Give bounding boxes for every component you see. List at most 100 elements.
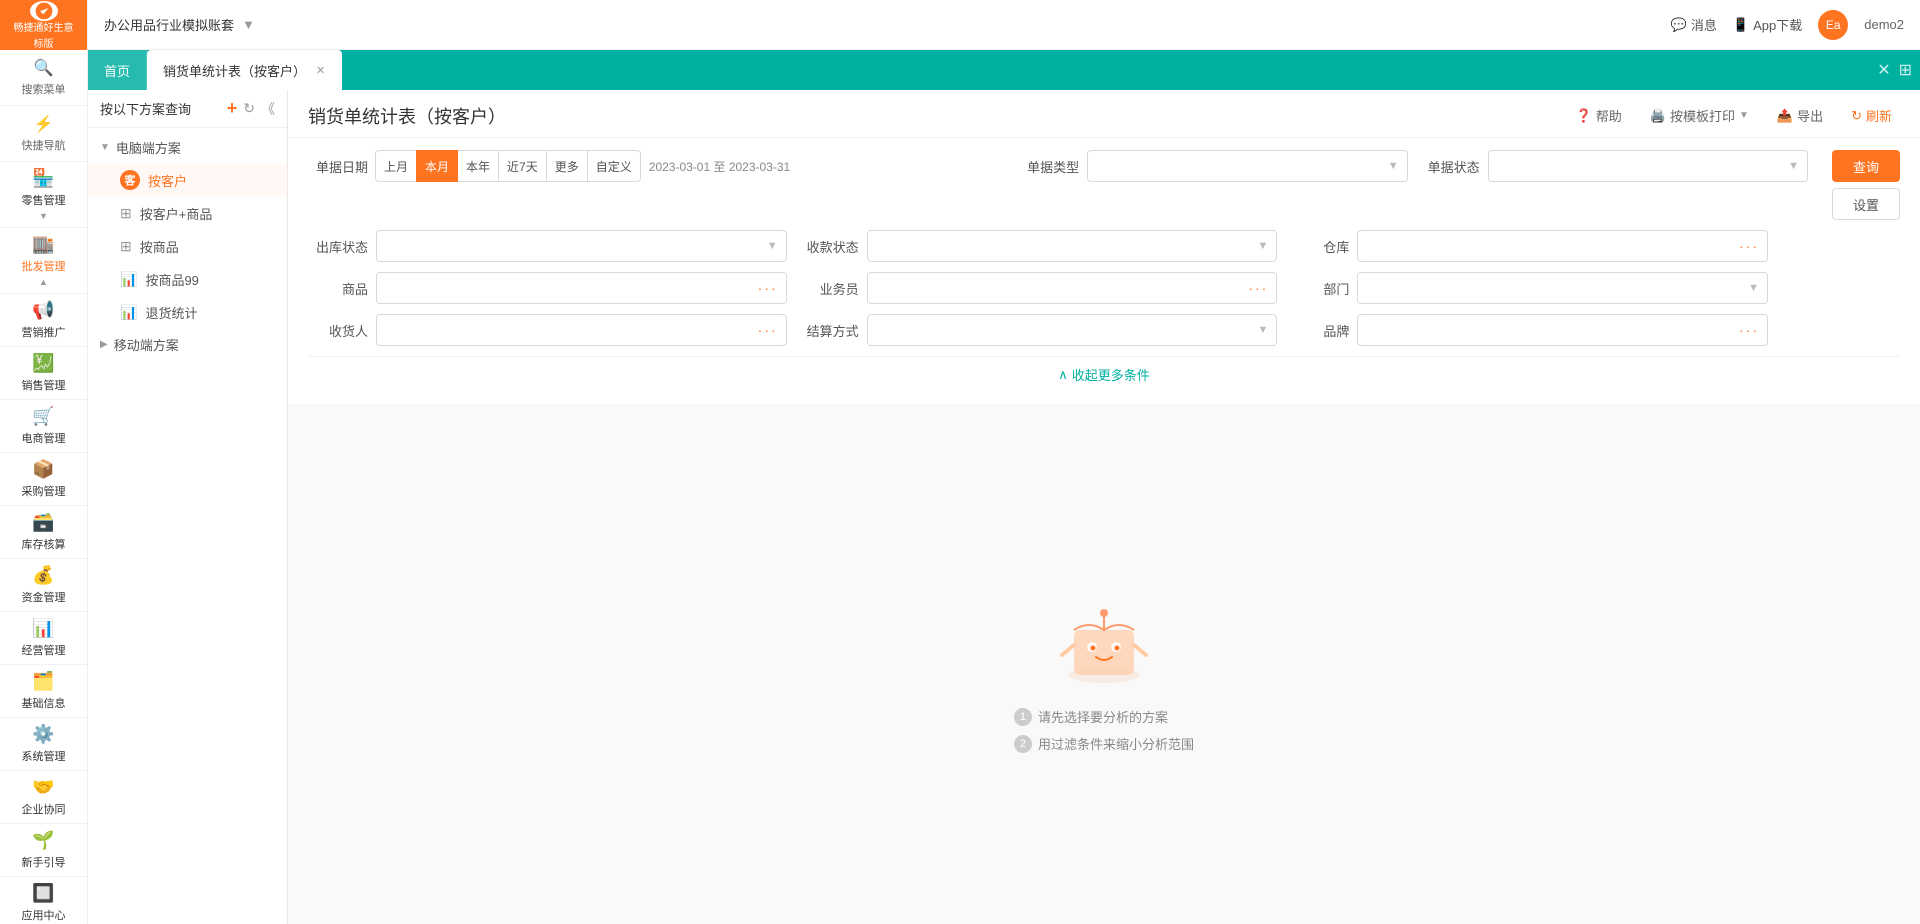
empty-tip-1-text: 请先选择要分析的方案	[1038, 707, 1168, 726]
app-download-label: App下载	[1753, 15, 1802, 34]
sidebar-item-newbie[interactable]: 🌱 新手引导	[0, 824, 88, 877]
date-shortcut-custom[interactable]: 自定义	[587, 150, 641, 182]
scheme-item-by-customer-goods-label: 按客户+商品	[140, 204, 213, 223]
scheme-panel-header: 按以下方案查询 + ↻ 《	[88, 90, 287, 128]
purchase-label: 采购管理	[22, 483, 66, 499]
sidebar-item-purchase[interactable]: 📦 采购管理	[0, 453, 88, 506]
account-dropdown-icon[interactable]: ▼	[242, 17, 255, 32]
tab-window-controls: ✕ ⊞	[1869, 60, 1920, 80]
tab-home[interactable]: 首页	[88, 50, 147, 90]
add-scheme-btn[interactable]: +	[227, 98, 238, 119]
setting-button[interactable]: 设置	[1832, 188, 1900, 220]
tab-sales-stats[interactable]: 销货单统计表（按客户） ✕	[147, 50, 342, 90]
date-shortcut-this-month[interactable]: 本月	[416, 150, 458, 182]
settle-input[interactable]: ▼	[867, 314, 1278, 346]
logo-icon	[30, 1, 58, 21]
outbound-status-label: 出库状态	[308, 237, 368, 256]
app-download-btn[interactable]: 📱 App下载	[1733, 15, 1802, 34]
system-label: 系统管理	[22, 748, 66, 764]
scheme-item-return-stats[interactable]: 📊 退货统计	[88, 296, 287, 329]
payment-status-label: 收款状态	[799, 237, 859, 256]
refresh-scheme-btn[interactable]: ↻	[243, 100, 255, 117]
dept-arrow: ▼	[1748, 282, 1759, 294]
scheme-group-pc: ▼ 电脑端方案 客 按客户 ⊞ 按客户+商品 ⊞ 按商品	[88, 132, 287, 329]
payment-status-input[interactable]: ▼	[867, 230, 1278, 262]
template-print-label: 按模板打印	[1670, 106, 1735, 125]
scheme-group-mobile-title[interactable]: ▶ 移动端方案	[88, 329, 287, 360]
scheme-item-by-customer[interactable]: 客 按客户	[88, 163, 287, 197]
empty-tip-2-num: 2	[1014, 735, 1032, 753]
doc-type-arrow: ▼	[1388, 160, 1399, 172]
collapse-arrow-icon: ∧	[1058, 367, 1068, 383]
basics-icon: 🗂️	[32, 671, 54, 692]
doc-type-input[interactable]: ▼	[1087, 150, 1407, 182]
filter-row-2: 出库状态 ▼ 收款状态 ▼ 仓库	[308, 230, 1900, 262]
sidebar-item-basics[interactable]: 🗂️ 基础信息	[0, 665, 88, 718]
empty-tip-2: 2 用过滤条件来缩小分析范围	[1014, 734, 1194, 753]
brand-input[interactable]: ···	[1357, 314, 1768, 346]
newbie-icon: 🌱	[32, 830, 54, 851]
payment-status-field: 收款状态 ▼	[799, 230, 1278, 262]
sidebar-item-appcenter[interactable]: 🔲 应用中心	[0, 877, 88, 924]
quick-nav[interactable]: ⚡ 快捷导航	[0, 106, 88, 162]
receiver-dots: ···	[758, 322, 778, 338]
brand-label: 品牌	[1289, 321, 1349, 340]
sidebar-item-sales[interactable]: 💹 销售管理	[0, 347, 88, 400]
goods-dots: ···	[758, 280, 778, 296]
sidebar-item-retail[interactable]: 🏪 零售管理 ▼	[0, 162, 88, 228]
message-icon: 💬	[1671, 17, 1687, 33]
scheme-item-by-customer-goods[interactable]: ⊞ 按客户+商品	[88, 197, 287, 230]
doc-status-input[interactable]: ▼	[1488, 150, 1808, 182]
date-shortcut-more[interactable]: 更多	[546, 150, 588, 182]
maximize-icon[interactable]: ⊞	[1899, 60, 1912, 80]
dept-label: 部门	[1289, 279, 1349, 298]
receiver-input[interactable]: ···	[376, 314, 787, 346]
header-actions: 💬 消息 📱 App下载 Ea demo2	[1671, 10, 1904, 40]
export-btn[interactable]: 📤 导出	[1769, 102, 1831, 129]
staff-input[interactable]: ···	[867, 272, 1278, 304]
sidebar-item-marketing[interactable]: 📢 营销推广	[0, 294, 88, 347]
scheme-group-mobile: ▶ 移动端方案	[88, 329, 287, 360]
wholesale-label: 批发管理	[22, 258, 66, 274]
minimize-icon[interactable]: ✕	[1877, 60, 1890, 80]
sidebar-item-finance[interactable]: 💰 资金管理	[0, 559, 88, 612]
collapse-more-btn[interactable]: ∧ 收起更多条件	[1058, 365, 1150, 384]
filter-area: 单据日期 上月 本月 本年 近7天 更多 自定义 2023-03-01 至 20…	[288, 138, 1920, 404]
date-range-text: 2023-03-01 至 2023-03-31	[649, 158, 790, 175]
outbound-status-input[interactable]: ▼	[376, 230, 787, 262]
date-shortcut-7-days[interactable]: 近7天	[498, 150, 547, 182]
sidebar-item-operation[interactable]: 📊 经营管理	[0, 612, 88, 665]
warehouse-input[interactable]: ···	[1357, 230, 1768, 262]
dept-input[interactable]: ▼	[1357, 272, 1768, 304]
sidebar-item-system[interactable]: ⚙️ 系统管理	[0, 718, 88, 771]
inventory-label: 库存核算	[22, 536, 66, 552]
close-tab-icon[interactable]: ✕	[316, 64, 325, 77]
search-menu[interactable]: 🔍 搜索菜单	[0, 50, 88, 106]
sidebar-item-ecommerce[interactable]: 🛒 电商管理	[0, 400, 88, 453]
refresh-label: 刷新	[1866, 106, 1892, 125]
sales-icon: 💹	[32, 353, 54, 374]
empty-state: 1 请先选择要分析的方案 2 用过滤条件来缩小分析范围	[288, 404, 1920, 924]
user-avatar[interactable]: Ea	[1818, 10, 1848, 40]
collapse-scheme-btn[interactable]: 《	[261, 99, 275, 119]
scheme-item-by-goods-99[interactable]: 📊 按商品99	[88, 263, 287, 296]
refresh-btn[interactable]: ↻ 刷新	[1843, 102, 1900, 129]
sidebar-item-enterprise[interactable]: 🤝 企业协同	[0, 771, 88, 824]
active-scheme-dot: 客	[120, 170, 140, 190]
template-print-btn[interactable]: 🖨️ 按模板打印 ▼	[1642, 102, 1757, 129]
date-shortcut-this-year[interactable]: 本年	[457, 150, 499, 182]
message-btn[interactable]: 💬 消息	[1671, 15, 1717, 34]
query-button[interactable]: 查询	[1832, 150, 1900, 182]
date-shortcut-last-month[interactable]: 上月	[375, 150, 417, 182]
wholesale-arrow: ▲	[39, 277, 48, 287]
finance-label: 资金管理	[22, 589, 66, 605]
enterprise-label: 企业协同	[22, 801, 66, 817]
scheme-panel: 按以下方案查询 + ↻ 《 ▼ 电脑端方案 客 按客户	[88, 90, 288, 924]
help-btn[interactable]: ❓ 帮助	[1568, 102, 1630, 129]
sidebar-item-wholesale[interactable]: 🏬 批发管理 ▲	[0, 228, 88, 294]
scheme-group-pc-title[interactable]: ▼ 电脑端方案	[88, 132, 287, 163]
date-input-group: 上月 本月 本年 近7天 更多 自定义 2023-03-01 至 2023-03…	[376, 150, 1007, 182]
scheme-item-by-goods[interactable]: ⊞ 按商品	[88, 230, 287, 263]
sidebar-item-inventory[interactable]: 🗃️ 库存核算	[0, 506, 88, 559]
goods-input[interactable]: ···	[376, 272, 787, 304]
